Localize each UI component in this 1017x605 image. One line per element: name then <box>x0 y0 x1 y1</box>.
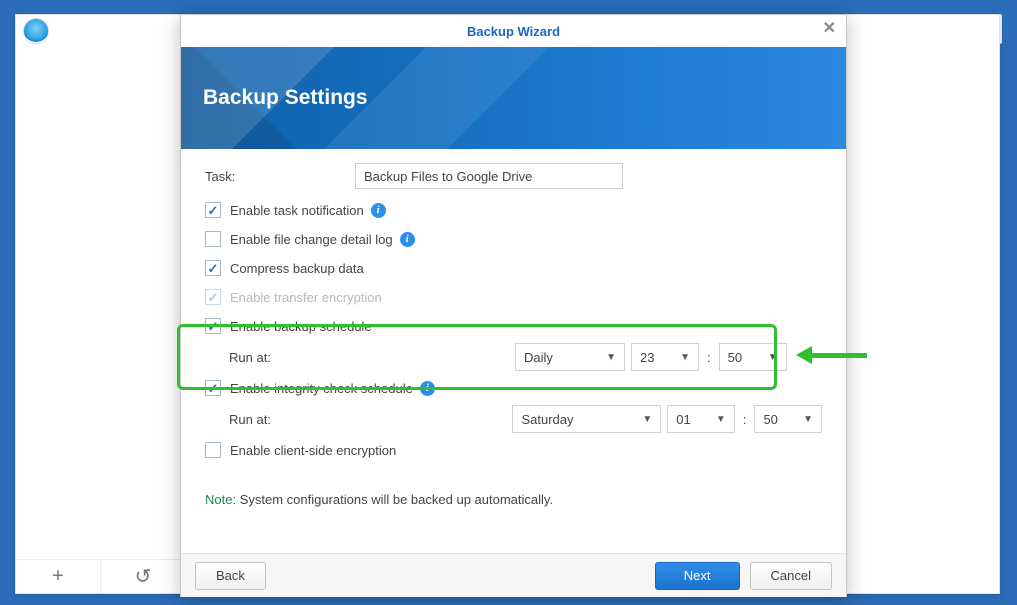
note-text: System configurations will be backed up … <box>236 492 553 507</box>
back-button[interactable]: Back <box>195 562 266 590</box>
minute-value: 50 <box>728 350 742 365</box>
chevron-down-icon: ▼ <box>680 352 690 363</box>
enable-schedule-row[interactable]: Enable backup schedule <box>205 314 822 338</box>
history-button[interactable]: ↺ <box>101 560 186 593</box>
schedule-runat-row: Run at: Daily ▼ 23 ▼ : 50 ▼ <box>205 343 822 371</box>
client-encryption-row[interactable]: Enable client-side encryption <box>205 438 822 462</box>
hour-value: 23 <box>640 350 654 365</box>
runat-label: Run at: <box>229 412 506 427</box>
compress-label: Compress backup data <box>230 261 364 276</box>
task-row: Task: <box>205 163 822 189</box>
frequency-select[interactable]: Daily ▼ <box>515 343 625 371</box>
chevron-down-icon: ▼ <box>642 414 652 425</box>
integrity-row[interactable]: Enable integrity check schedule i <box>205 376 822 400</box>
time-colon: : <box>743 412 747 427</box>
task-label: Task: <box>205 169 355 184</box>
chevron-down-icon: ▼ <box>606 352 616 363</box>
enable-log-row[interactable]: Enable file change detail log i <box>205 227 822 251</box>
wizard-content: Task: Enable task notification i Enable … <box>181 149 846 553</box>
checkbox-icon[interactable] <box>205 231 221 247</box>
task-input[interactable] <box>355 163 623 189</box>
app-bottombar: + ↺ <box>16 559 186 593</box>
close-icon[interactable]: ✕ <box>823 21 836 37</box>
add-button[interactable]: + <box>16 560 101 593</box>
cancel-button[interactable]: Cancel <box>750 562 832 590</box>
enable-log-label: Enable file change detail log <box>230 232 393 247</box>
wizard-title: Backup Wizard <box>467 24 560 39</box>
checkbox-checked-icon[interactable] <box>205 318 221 334</box>
chevron-down-icon: ▼ <box>768 352 778 363</box>
integrity-minute-select[interactable]: 50 ▼ <box>754 405 822 433</box>
integrity-hour-select[interactable]: 01 ▼ <box>667 405 735 433</box>
desktop: ? — □ ✕ + ↺ Backup Wizard ✕ Backup Setti… <box>0 0 1017 605</box>
minute-select[interactable]: 50 ▼ <box>719 343 787 371</box>
info-icon[interactable]: i <box>420 381 435 396</box>
note-row: Note: System configurations will be back… <box>205 492 822 507</box>
enable-notification-row[interactable]: Enable task notification i <box>205 198 822 222</box>
time-colon: : <box>707 350 711 365</box>
integrity-hour-value: 01 <box>676 412 690 427</box>
info-icon[interactable]: i <box>400 232 415 247</box>
checkbox-icon[interactable] <box>205 442 221 458</box>
chevron-down-icon: ▼ <box>803 414 813 425</box>
integrity-day-select[interactable]: Saturday ▼ <box>512 405 661 433</box>
info-icon[interactable]: i <box>371 203 386 218</box>
hour-select[interactable]: 23 ▼ <box>631 343 699 371</box>
enable-notification-label: Enable task notification <box>230 203 364 218</box>
frequency-value: Daily <box>524 350 553 365</box>
enable-schedule-label: Enable backup schedule <box>230 319 372 334</box>
checkbox-disabled-icon <box>205 289 221 305</box>
transfer-encryption-row: Enable transfer encryption <box>205 285 822 309</box>
checkbox-checked-icon[interactable] <box>205 202 221 218</box>
app-icon <box>24 19 48 43</box>
wizard-dialog: Backup Wizard ✕ Backup Settings Task: En… <box>180 14 847 597</box>
integrity-runat-row: Run at: Saturday ▼ 01 ▼ : 50 ▼ <box>205 405 822 433</box>
chevron-down-icon: ▼ <box>716 414 726 425</box>
checkbox-checked-icon[interactable] <box>205 380 221 396</box>
wizard-banner: Backup Settings <box>181 47 846 149</box>
wizard-footer: Back Next Cancel <box>181 553 846 597</box>
note-label: Note: <box>205 492 236 507</box>
integrity-label: Enable integrity check schedule <box>230 381 413 396</box>
checkbox-checked-icon[interactable] <box>205 260 221 276</box>
integrity-day-value: Saturday <box>521 412 573 427</box>
transfer-encryption-label: Enable transfer encryption <box>230 290 382 305</box>
integrity-minute-value: 50 <box>763 412 777 427</box>
next-button[interactable]: Next <box>655 562 740 590</box>
client-encryption-label: Enable client-side encryption <box>230 443 396 458</box>
compress-row[interactable]: Compress backup data <box>205 256 822 280</box>
runat-label: Run at: <box>229 350 509 365</box>
wizard-titlebar: Backup Wizard ✕ <box>181 15 846 47</box>
banner-title: Backup Settings <box>203 86 368 110</box>
